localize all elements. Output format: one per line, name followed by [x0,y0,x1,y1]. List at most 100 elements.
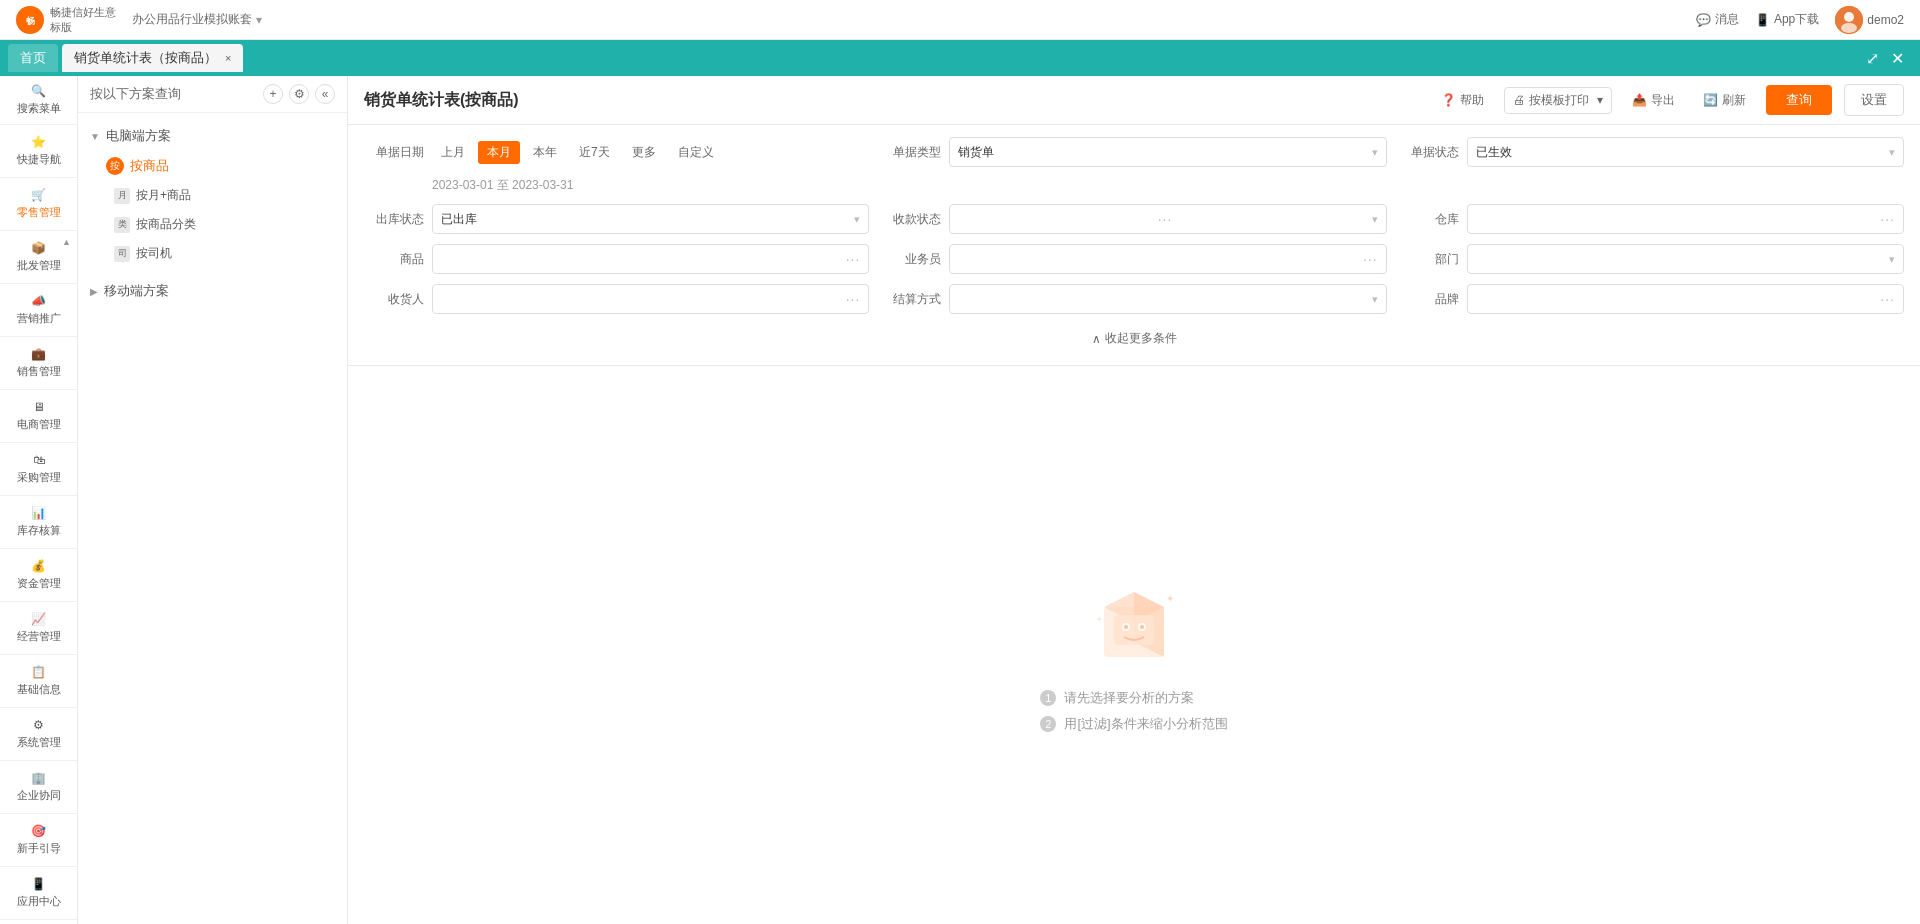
sidebar-item-marketing[interactable]: 📣 营销推广 [0,284,77,337]
message-btn[interactable]: 💬 消息 [1696,11,1739,28]
sidebar-item-retail[interactable]: 🛒 零售管理 [0,178,77,231]
payment-method-control[interactable]: ▾ [949,284,1386,314]
doctype-control[interactable]: 销货单 ▾ [949,137,1386,167]
sidebar-item-ecommerce[interactable]: 🖥 电商管理 [0,390,77,443]
retail-label: 零售管理 [17,205,61,220]
wholesale-icon: 📦 [31,241,46,255]
tab-active[interactable]: 销货单统计表（按商品） × [62,44,243,72]
date-label: 单据日期 [364,144,424,161]
outstatus-control[interactable]: 已出库 ▾ [432,204,869,234]
brand-control[interactable]: ··· [1467,284,1904,314]
svg-text:✦: ✦ [1096,615,1103,624]
refresh-btn[interactable]: 🔄 刷新 [1695,88,1754,113]
filter-outstatus-cell: 出库状态 已出库 ▾ [364,204,869,234]
empty-tip-1: 1 请先选择要分析的方案 [1040,689,1227,707]
group-label: 电脑端方案 [106,127,171,145]
date-btn-more[interactable]: 更多 [623,141,665,164]
svg-point-11 [1124,625,1128,629]
sidebar-quick-nav[interactable]: ⭐ 快捷导航 [0,125,77,178]
help-btn[interactable]: ❓ 帮助 [1433,88,1492,113]
svg-point-3 [1844,12,1854,22]
breadcrumb-arrow[interactable]: ▾ [256,13,262,27]
sidebar-item-finance[interactable]: 💰 资金管理 [0,549,77,602]
filter-brand-cell: 品牌 ··· [1399,284,1904,314]
operations-icon: 📈 [31,612,46,626]
search-icon: 🔍 [31,84,46,98]
message-icon: 💬 [1696,13,1711,27]
date-btn-last-month[interactable]: 上月 [432,141,474,164]
settings-scheme-btn[interactable]: ⚙ [289,84,309,104]
sidebar-search-label: 搜索菜单 [17,101,61,116]
docstatus-value: 已生效 [1476,144,1512,161]
user-area[interactable]: demo2 [1835,6,1904,34]
add-scheme-btn[interactable]: + [263,84,283,104]
sidebar-item-system[interactable]: ⚙ 系统管理 [0,708,77,761]
department-label: 部门 [1399,251,1459,268]
docstatus-control[interactable]: 已生效 ▾ [1467,137,1904,167]
sidebar-item-enterprise[interactable]: 🏢 企业协同 [0,761,77,814]
tip-text-2: 用[过滤]条件来缩小分析范围 [1064,715,1227,733]
sidebar-item-basics[interactable]: 📋 基础信息 [0,655,77,708]
tip-num-1: 1 [1040,690,1056,706]
template-print-btn[interactable]: 🖨 按模板打印 ▾ [1504,87,1612,114]
sidebar-item-inventory[interactable]: 📊 库存核算 [0,496,77,549]
scheme-item-by-product[interactable]: 按 按商品 [78,151,347,181]
breadcrumb: 办公用品行业模拟账套 ▾ [132,11,262,28]
scheme-item-by-category[interactable]: 类 按商品分类 [78,210,347,239]
tip-text-1: 请先选择要分析的方案 [1064,689,1194,707]
query-btn[interactable]: 查询 [1766,85,1832,115]
sidebar-item-appcenter[interactable]: 📱 应用中心 [0,867,77,920]
sidebar-item-wholesale[interactable]: 📦 批发管理 ▲ [0,231,77,284]
scheme-item-by-month-product[interactable]: 月 按月+商品 [78,181,347,210]
enterprise-icon: 🏢 [31,771,46,785]
sidebar-item-guide[interactable]: 🎯 新手引导 [0,814,77,867]
date-range-display: 2023-03-01 至 2023-03-31 [432,177,573,194]
doctype-value: 销货单 [958,144,994,161]
logo[interactable]: 畅 畅捷信好生意 标版 [16,5,116,34]
sidebar-search[interactable]: 🔍 搜索菜单 [0,76,77,125]
sidebar-item-sales[interactable]: 💼 销售管理 [0,337,77,390]
scheme-group-desktop[interactable]: ▼ 电脑端方案 [78,121,347,151]
sub-item-category-label: 按商品分类 [136,216,196,233]
department-arrow-icon: ▾ [1889,253,1895,266]
scheme-group-mobile[interactable]: ▶ 移动端方案 [78,276,347,306]
payment-method-label: 结算方式 [881,291,941,308]
warehouse-control[interactable]: ··· [1467,204,1904,234]
svg-text:畅: 畅 [26,16,35,26]
date-btn-this-year[interactable]: 本年 [524,141,566,164]
guide-icon: 🎯 [31,824,46,838]
salesperson-dots-icon: ··· [1363,251,1378,267]
print-icon: 🖨 [1513,93,1525,107]
system-icon: ⚙ [33,718,44,732]
collapse-filters-btn[interactable]: ∧ 收起更多条件 [364,324,1904,353]
svg-text:✦: ✦ [1166,593,1174,604]
sidebar-item-operations[interactable]: 📈 经营管理 [0,602,77,655]
export-btn[interactable]: 📤 导出 [1624,88,1683,113]
sidebar-item-purchase[interactable]: 🛍 采购管理 [0,443,77,496]
date-btn-7days[interactable]: 近7天 [570,141,619,164]
tab-home[interactable]: 首页 [8,44,58,72]
department-control[interactable]: ▾ [1467,244,1904,274]
app-download-btn[interactable]: 📱 App下载 [1755,11,1819,28]
date-btn-custom[interactable]: 自定义 [669,141,723,164]
tab-expand-btn[interactable]: ⤢ ✕ [1858,49,1912,68]
product-control[interactable]: ··· [432,244,869,274]
page-title: 销货单统计表(按商品) [364,90,519,111]
salesperson-label: 业务员 [881,251,941,268]
tab-close-btn[interactable]: × [225,52,231,64]
collapse-panel-btn[interactable]: « [315,84,335,104]
scheme-item-by-driver[interactable]: 司 按司机 [78,239,347,268]
payment-status-control[interactable]: ··· ▾ [949,204,1386,234]
date-btn-this-month[interactable]: 本月 [478,141,520,164]
settings-btn[interactable]: 设置 [1844,84,1904,116]
finance-icon: 💰 [31,559,46,573]
sidebar-item-wechat[interactable]: 💬 企业微信 [0,920,77,924]
quick-nav-label: 快捷导航 [17,152,61,167]
group-arrow-icon: ▼ [90,131,100,142]
filter-product-cell: 商品 ··· [364,244,869,274]
sales-icon: 💼 [31,347,46,361]
sub-icon-driver: 司 [114,246,130,262]
recipient-control[interactable]: ··· [432,284,869,314]
payment-status-arrow-icon: ▾ [1372,213,1378,226]
salesperson-control[interactable]: ··· [949,244,1386,274]
